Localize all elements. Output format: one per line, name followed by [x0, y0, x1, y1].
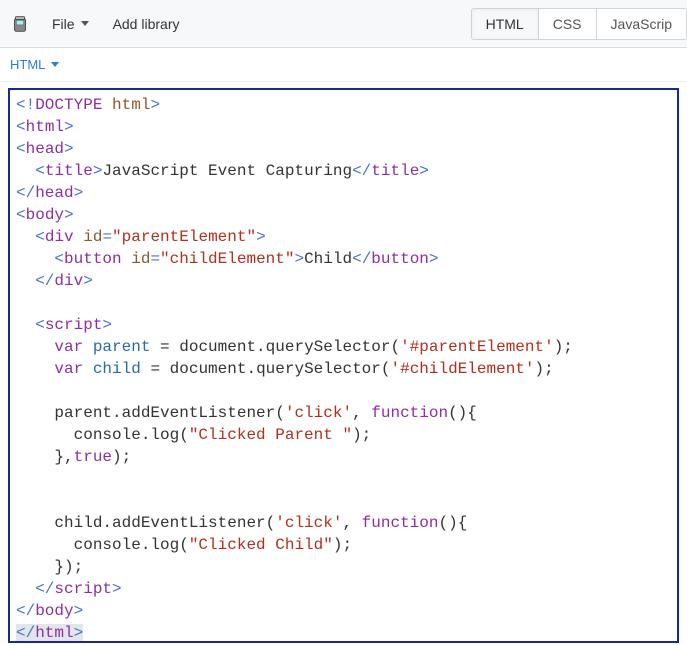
language-dropdown[interactable]: HTML	[10, 57, 59, 72]
file-label: File	[52, 16, 75, 32]
language-label: HTML	[10, 57, 45, 72]
tab-html[interactable]: HTML	[472, 9, 538, 39]
panel-tabs: HTML CSS JavaScrip	[471, 8, 687, 40]
add-library-button[interactable]: Add library	[103, 10, 190, 38]
chevron-down-icon	[51, 62, 59, 67]
code-content: <!DOCTYPE html> <html> <head> <title>Jav…	[10, 90, 677, 643]
editor-subbar: HTML	[0, 48, 687, 82]
addlib-label: Add library	[113, 16, 180, 32]
toolbar: File Add library HTML CSS JavaScrip	[0, 0, 687, 48]
chevron-down-icon	[81, 21, 89, 26]
file-menu[interactable]: File	[42, 10, 99, 38]
jsbin-logo-icon	[8, 12, 32, 36]
tab-javascript[interactable]: JavaScrip	[596, 9, 686, 39]
code-editor[interactable]: <!DOCTYPE html> <html> <head> <title>Jav…	[8, 88, 679, 643]
tab-css[interactable]: CSS	[538, 9, 596, 39]
